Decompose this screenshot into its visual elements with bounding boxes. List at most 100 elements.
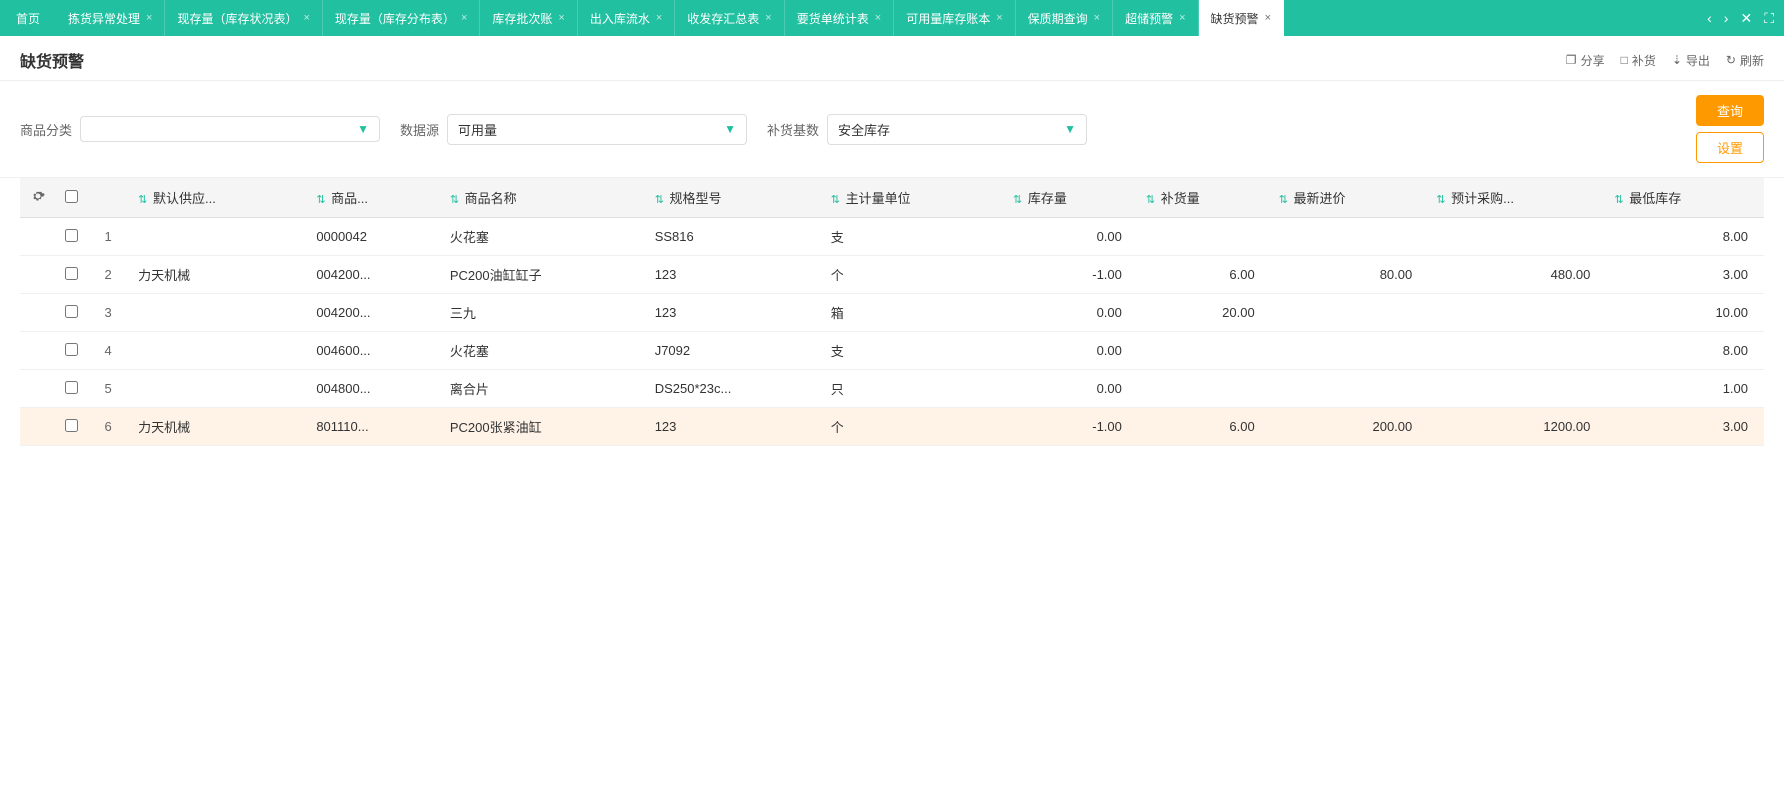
- row-checkbox-cell[interactable]: [56, 370, 86, 408]
- row-gear-cell: [20, 218, 56, 256]
- share-button[interactable]: ❐ 分享: [1566, 52, 1605, 69]
- col-est-purchase[interactable]: ⇅ 预计采购...: [1428, 178, 1606, 218]
- tab-shortage[interactable]: 缺货预警 ×: [1199, 0, 1284, 36]
- close-icon[interactable]: ×: [996, 12, 1002, 24]
- export-button[interactable]: ⇣ 导出: [1672, 52, 1710, 69]
- tab-exception[interactable]: 拣货异常处理 ×: [56, 0, 165, 36]
- product-category-select[interactable]: ▼: [80, 116, 380, 142]
- row-product-name: PC200张紧油缸: [442, 408, 647, 446]
- tab-inventory-dist-label: 现存量（库存分布表）: [335, 10, 455, 27]
- row-product-code: 0000042: [308, 218, 442, 256]
- tab-overstock[interactable]: 超储预警 ×: [1113, 0, 1198, 36]
- col-product-code[interactable]: ⇅ 商品...: [308, 178, 442, 218]
- row-gear-cell: [20, 370, 56, 408]
- close-icon[interactable]: ×: [303, 12, 309, 24]
- close-icon[interactable]: ×: [1265, 12, 1271, 24]
- tab-inout-flow[interactable]: 出入库流水 ×: [578, 0, 675, 36]
- table-row: 5 004800... 离合片 DS250*23c... 只 0.00 1.00: [20, 370, 1764, 408]
- row-checkbox[interactable]: [65, 343, 78, 356]
- row-unit: 支: [823, 332, 1005, 370]
- row-number: 3: [86, 294, 130, 332]
- col-stock-qty[interactable]: ⇅ 库存量: [1005, 178, 1138, 218]
- header-actions: ❐ 分享 □ 补货 ⇣ 导出 ↻ 刷新: [1566, 52, 1764, 69]
- filter-area: 商品分类 ▼ 数据源 可用量 ▼ 补货基数 安全库存 ▼ 查询 设置: [0, 81, 1784, 178]
- tab-inventory-status-label: 现存量（库存状况表）: [177, 10, 297, 27]
- col-replenish-qty[interactable]: ⇅ 补货量: [1138, 178, 1271, 218]
- close-icon[interactable]: ×: [146, 12, 152, 24]
- table-row: 1 0000042 火花塞 SS816 支 0.00 8.00: [20, 218, 1764, 256]
- close-icon[interactable]: ×: [461, 12, 467, 24]
- product-category-group: 商品分类 ▼: [20, 116, 380, 142]
- row-latest-price: [1271, 294, 1429, 332]
- close-icon[interactable]: ×: [875, 12, 881, 24]
- row-checkbox-cell[interactable]: [56, 408, 86, 446]
- row-default-supplier: [130, 370, 308, 408]
- row-checkbox[interactable]: [65, 267, 78, 280]
- row-checkbox-cell[interactable]: [56, 294, 86, 332]
- tab-expiry-query[interactable]: 保质期查询 ×: [1016, 0, 1113, 36]
- row-stock-qty: 0.00: [1005, 218, 1138, 256]
- tab-batch-account-label: 库存批次账: [492, 10, 552, 27]
- row-number: 5: [86, 370, 130, 408]
- settings-button[interactable]: 设置: [1696, 132, 1764, 163]
- table-header-row: ⇅ 默认供应... ⇅ 商品... ⇅ 商品名称 ⇅ 规格型号: [20, 178, 1764, 218]
- col-min-stock[interactable]: ⇅ 最低库存: [1606, 178, 1764, 218]
- page-header: 缺货预警 ❐ 分享 □ 补货 ⇣ 导出 ↻ 刷新: [0, 36, 1784, 81]
- tab-recv-summary[interactable]: 收发存汇总表 ×: [675, 0, 784, 36]
- col-spec-model[interactable]: ⇅ 规格型号: [647, 178, 823, 218]
- tab-order-stats[interactable]: 要货单统计表 ×: [785, 0, 894, 36]
- tab-expand-icon[interactable]: ⛶: [1758, 8, 1780, 29]
- tab-inventory-status[interactable]: 现存量（库存状况表） ×: [165, 0, 322, 36]
- row-checkbox-cell[interactable]: [56, 256, 86, 294]
- replenish-basis-select[interactable]: 安全库存 ▼: [827, 114, 1087, 145]
- tab-inventory-dist[interactable]: 现存量（库存分布表） ×: [323, 0, 480, 36]
- sort-icon: ⇅: [1279, 194, 1288, 206]
- close-icon[interactable]: ×: [558, 12, 564, 24]
- close-icon[interactable]: ×: [656, 12, 662, 24]
- tab-recv-summary-label: 收发存汇总表: [687, 10, 759, 27]
- close-icon[interactable]: ×: [1094, 12, 1100, 24]
- row-latest-price: [1271, 332, 1429, 370]
- tab-available-ledger[interactable]: 可用量库存账本 ×: [894, 0, 1015, 36]
- row-default-supplier: 力天机械: [130, 408, 308, 446]
- row-checkbox[interactable]: [65, 305, 78, 318]
- data-source-select[interactable]: 可用量 ▼: [447, 114, 747, 145]
- row-product-code: 004600...: [308, 332, 442, 370]
- close-icon[interactable]: ×: [765, 12, 771, 24]
- replenish-button[interactable]: □ 补货: [1621, 52, 1656, 69]
- row-latest-price: [1271, 370, 1429, 408]
- row-min-stock: 10.00: [1606, 294, 1764, 332]
- row-gear-cell: [20, 256, 56, 294]
- query-button[interactable]: 查询: [1696, 95, 1764, 126]
- row-checkbox-cell[interactable]: [56, 218, 86, 256]
- col-product-name[interactable]: ⇅ 商品名称: [442, 178, 647, 218]
- select-all-checkbox[interactable]: [65, 190, 78, 203]
- gear-icon[interactable]: [30, 188, 46, 204]
- close-icon[interactable]: ×: [1179, 12, 1185, 24]
- tab-overstock-label: 超储预警: [1125, 10, 1173, 27]
- col-latest-price[interactable]: ⇅ 最新进价: [1271, 178, 1429, 218]
- col-unit[interactable]: ⇅ 主计量单位: [823, 178, 1005, 218]
- tab-home[interactable]: 首页: [0, 0, 56, 36]
- row-checkbox[interactable]: [65, 229, 78, 242]
- row-checkbox-cell[interactable]: [56, 332, 86, 370]
- row-checkbox[interactable]: [65, 381, 78, 394]
- tab-batch-account[interactable]: 库存批次账 ×: [480, 0, 577, 36]
- col-default-supplier[interactable]: ⇅ 默认供应...: [130, 178, 308, 218]
- row-est-purchase: [1428, 294, 1606, 332]
- tab-exception-label: 拣货异常处理: [68, 10, 140, 27]
- replenish-basis-group: 补货基数 安全库存 ▼: [767, 114, 1087, 145]
- refresh-button[interactable]: ↻ 刷新: [1726, 52, 1764, 69]
- tab-prev-icon[interactable]: ‹: [1701, 8, 1718, 28]
- row-checkbox[interactable]: [65, 419, 78, 432]
- row-product-name: 火花塞: [442, 218, 647, 256]
- row-latest-price: 200.00: [1271, 408, 1429, 446]
- tab-next-icon[interactable]: ›: [1718, 8, 1735, 28]
- replenish-label: 补货: [1632, 52, 1656, 69]
- col-checkbox: [56, 178, 86, 218]
- row-stock-qty: -1.00: [1005, 256, 1138, 294]
- tab-nav-controls: ‹ › ✕ ⛶: [1701, 8, 1784, 29]
- sort-icon: ⇅: [1146, 194, 1155, 206]
- tab-close-all-icon[interactable]: ✕: [1734, 8, 1758, 29]
- chevron-down-icon: ▼: [357, 122, 369, 136]
